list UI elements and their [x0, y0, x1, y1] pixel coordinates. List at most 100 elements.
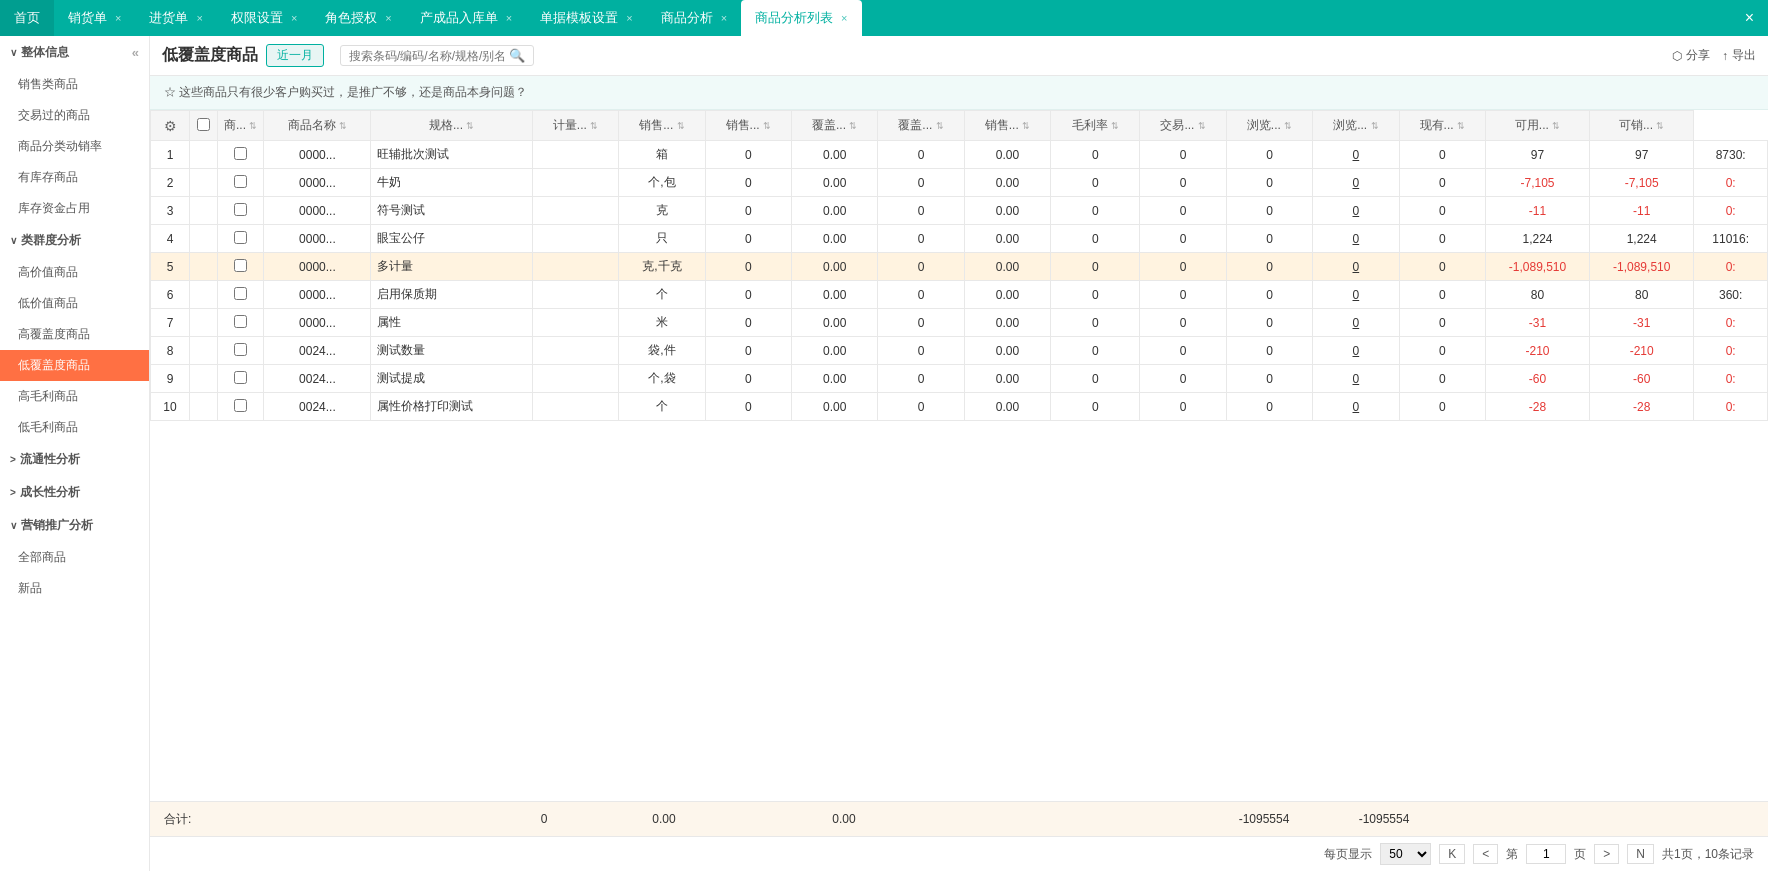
cell-checkbox-0[interactable]	[218, 141, 264, 169]
cell-checkbox-5[interactable]	[218, 281, 264, 309]
cell-browse1-2[interactable]: 0	[1313, 197, 1399, 225]
sidebar-item-in-stock[interactable]: 有库存商品	[0, 162, 149, 193]
nav-product-analysis-list-close[interactable]: ×	[841, 0, 847, 36]
next-page-button[interactable]: >	[1594, 844, 1619, 864]
share-button[interactable]: ⬡ 分享	[1672, 47, 1710, 64]
nav-product-analysis[interactable]: 商品分析 ×	[647, 0, 741, 36]
row-checkbox-7[interactable]	[234, 343, 247, 356]
nav-permission-settings[interactable]: 权限设置 ×	[217, 0, 311, 36]
search-icon[interactable]: 🔍	[509, 48, 525, 63]
sidebar-section-cluster[interactable]: ∨ 类群度分析	[0, 224, 149, 257]
col-gross-rate[interactable]: 毛利率 ⇅	[1051, 111, 1140, 141]
col-browse1[interactable]: 浏览... ⇅	[1226, 111, 1312, 141]
row-checkbox-0[interactable]	[234, 147, 247, 160]
sidebar-item-category-rate[interactable]: 商品分类动销率	[0, 131, 149, 162]
row-checkbox-9[interactable]	[234, 399, 247, 412]
sidebar-item-high-profit[interactable]: 高毛利商品	[0, 381, 149, 412]
cell-checkbox-2[interactable]	[218, 197, 264, 225]
cell-name-5[interactable]: 启用保质期	[371, 281, 532, 309]
sidebar-item-stock-capital[interactable]: 库存资金占用	[0, 193, 149, 224]
col-checkbox[interactable]	[190, 111, 218, 141]
cell-checkbox-1[interactable]	[218, 169, 264, 197]
cell-name-1[interactable]: 牛奶	[371, 169, 532, 197]
cell-browse1-4[interactable]: 0	[1313, 253, 1399, 281]
sidebar-item-new-goods[interactable]: 新品	[0, 573, 149, 604]
nav-product-inbound-close[interactable]: ×	[506, 0, 512, 36]
page-size-select[interactable]: 50 100 200	[1380, 843, 1431, 865]
cell-name-2[interactable]: 符号测试	[371, 197, 532, 225]
col-sales3[interactable]: 销售... ⇅	[964, 111, 1050, 141]
sidebar-item-all-goods[interactable]: 全部商品	[0, 542, 149, 573]
col-trade[interactable]: 交易... ⇅	[1140, 111, 1226, 141]
sidebar-item-high-coverage[interactable]: 高覆盖度商品	[0, 319, 149, 350]
col-sales-amt[interactable]: 销售... ⇅	[705, 111, 791, 141]
sidebar-item-low-coverage[interactable]: 低覆盖度商品	[0, 350, 149, 381]
cell-name-4[interactable]: 多计量	[371, 253, 532, 281]
export-button[interactable]: ↑ 导出	[1722, 47, 1756, 64]
search-input[interactable]	[349, 49, 509, 63]
cell-name-0[interactable]: 旺辅批次测试	[371, 141, 532, 169]
sidebar-section-marketing[interactable]: ∨ 营销推广分析	[0, 509, 149, 542]
nav-template-settings[interactable]: 单据模板设置 ×	[526, 0, 646, 36]
col-unit[interactable]: 计量... ⇅	[532, 111, 618, 141]
col-browse2[interactable]: 浏览... ⇅	[1313, 111, 1399, 141]
cell-checkbox-3[interactable]	[218, 225, 264, 253]
cell-browse1-9[interactable]: 0	[1313, 393, 1399, 421]
row-checkbox-8[interactable]	[234, 371, 247, 384]
col-saleable[interactable]: 可销... ⇅	[1590, 111, 1694, 141]
cell-browse1-8[interactable]: 0	[1313, 365, 1399, 393]
prev-page-button[interactable]: <	[1473, 844, 1498, 864]
row-checkbox-3[interactable]	[234, 231, 247, 244]
row-checkbox-6[interactable]	[234, 315, 247, 328]
nav-role-auth[interactable]: 角色授权 ×	[311, 0, 405, 36]
sidebar-section-overall[interactable]: ∨ 整体信息 «	[0, 36, 149, 69]
current-page-input[interactable]	[1526, 844, 1566, 864]
col-current[interactable]: 现有... ⇅	[1399, 111, 1485, 141]
cell-name-7[interactable]: 测试数量	[371, 337, 532, 365]
nav-sales-order[interactable]: 销货单 ×	[54, 0, 135, 36]
row-checkbox-1[interactable]	[234, 175, 247, 188]
cell-name-8[interactable]: 测试提成	[371, 365, 532, 393]
nav-product-inbound[interactable]: 产成品入库单 ×	[406, 0, 526, 36]
sidebar-section-flow[interactable]: > 流通性分析	[0, 443, 149, 476]
window-close-button[interactable]: ×	[1731, 9, 1768, 27]
time-filter-button[interactable]: 近一月	[266, 44, 324, 67]
sidebar-item-traded-goods[interactable]: 交易过的商品	[0, 100, 149, 131]
cell-checkbox-6[interactable]	[218, 309, 264, 337]
sidebar-section-growth[interactable]: > 成长性分析	[0, 476, 149, 509]
row-checkbox-5[interactable]	[234, 287, 247, 300]
sidebar-collapse-icon[interactable]: «	[132, 45, 139, 60]
col-spec[interactable]: 规格... ⇅	[371, 111, 532, 141]
select-all-checkbox[interactable]	[197, 118, 210, 131]
cell-browse1-1[interactable]: 0	[1313, 169, 1399, 197]
col-cover1[interactable]: 覆盖... ⇅	[791, 111, 877, 141]
sidebar-item-low-profit[interactable]: 低毛利商品	[0, 412, 149, 443]
first-page-button[interactable]: K	[1439, 844, 1465, 864]
nav-product-analysis-list[interactable]: 商品分析列表 ×	[741, 0, 861, 36]
col-available[interactable]: 可用... ⇅	[1485, 111, 1589, 141]
nav-template-close[interactable]: ×	[626, 0, 632, 36]
cell-browse1-7[interactable]: 0	[1313, 337, 1399, 365]
sidebar-item-low-value[interactable]: 低价值商品	[0, 288, 149, 319]
row-checkbox-2[interactable]	[234, 203, 247, 216]
cell-checkbox-8[interactable]	[218, 365, 264, 393]
col-code[interactable]: 商... ⇅	[218, 111, 264, 141]
cell-checkbox-7[interactable]	[218, 337, 264, 365]
last-page-button[interactable]: N	[1627, 844, 1654, 864]
col-sales-qty[interactable]: 销售... ⇅	[619, 111, 705, 141]
cell-browse1-6[interactable]: 0	[1313, 309, 1399, 337]
col-settings[interactable]: ⚙	[151, 111, 190, 141]
nav-product-analysis-close[interactable]: ×	[721, 0, 727, 36]
nav-home[interactable]: 首页	[0, 0, 54, 36]
sidebar-item-sales-goods[interactable]: 销售类商品	[0, 69, 149, 100]
cell-browse1-5[interactable]: 0	[1313, 281, 1399, 309]
col-name[interactable]: 商品名称 ⇅	[264, 111, 371, 141]
nav-role-auth-close[interactable]: ×	[385, 0, 391, 36]
col-cover2[interactable]: 覆盖... ⇅	[878, 111, 964, 141]
cell-checkbox-4[interactable]	[218, 253, 264, 281]
nav-permission-close[interactable]: ×	[291, 0, 297, 36]
row-checkbox-4[interactable]	[234, 259, 247, 272]
cell-checkbox-9[interactable]	[218, 393, 264, 421]
nav-sales-order-close[interactable]: ×	[115, 0, 121, 36]
cell-name-3[interactable]: 眼宝公仔	[371, 225, 532, 253]
